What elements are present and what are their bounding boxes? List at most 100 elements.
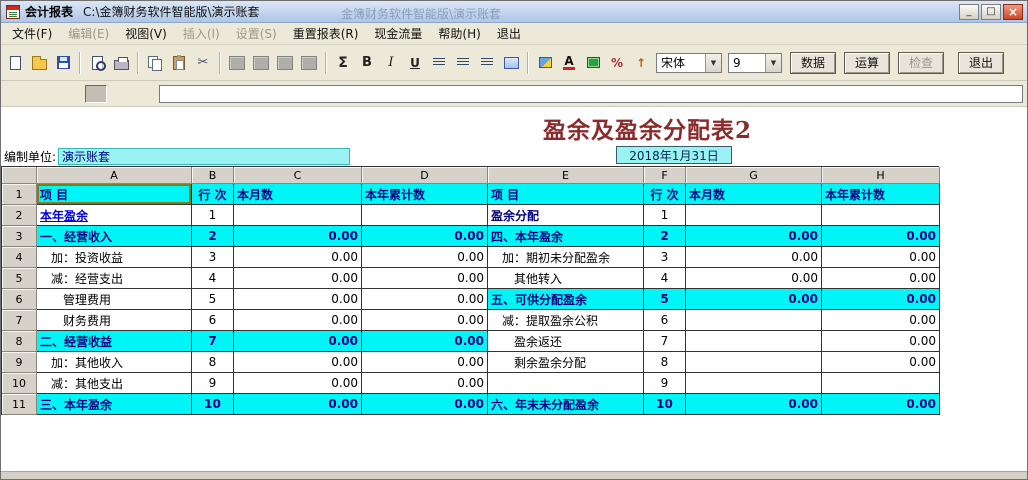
cell-E9[interactable]: 剩余盈余分配 (488, 352, 644, 373)
row-header-1[interactable]: 1 (2, 184, 37, 205)
cell-A5[interactable]: 减：经营支出 (37, 268, 192, 289)
cell-F3[interactable]: 2 (644, 226, 686, 247)
cell-G10[interactable] (686, 373, 822, 394)
font-color-button[interactable]: A (558, 52, 580, 74)
chevron-down-icon[interactable]: ▼ (765, 53, 781, 72)
unit-value-field[interactable]: 演示账套 (58, 148, 351, 165)
underline-button[interactable]: U (404, 52, 426, 74)
cell-E8[interactable]: 盈余返还 (488, 331, 644, 352)
cell-B5[interactable]: 4 (192, 268, 234, 289)
cell-C4[interactable]: 0.00 (234, 247, 362, 268)
cell-A3[interactable]: 一、经营收入 (37, 226, 192, 247)
cell-B10[interactable]: 9 (192, 373, 234, 394)
cell-F10[interactable]: 9 (644, 373, 686, 394)
row-header-9[interactable]: 9 (2, 352, 37, 373)
chevron-down-icon[interactable]: ▼ (705, 53, 721, 72)
cell-B4[interactable]: 3 (192, 247, 234, 268)
align-left-button[interactable] (428, 52, 450, 74)
cell-E7[interactable]: 减：提取盈余公积 (488, 310, 644, 331)
print-button[interactable] (110, 52, 132, 74)
cell-E5[interactable]: 其他转入 (488, 268, 644, 289)
cell-D7[interactable]: 0.00 (362, 310, 488, 331)
menu-item-file[interactable]: 文件(F) (4, 22, 60, 45)
cell-C5[interactable]: 0.00 (234, 268, 362, 289)
cell-F8[interactable]: 7 (644, 331, 686, 352)
align-right-button[interactable] (476, 52, 498, 74)
cell-D5[interactable]: 0.00 (362, 268, 488, 289)
cell-A4[interactable]: 加：投资收益 (37, 247, 192, 268)
cell-G9[interactable] (686, 352, 822, 373)
cell-E2[interactable]: 盈余分配 (488, 205, 644, 226)
column-header-E[interactable]: E (488, 167, 644, 184)
column-header-G[interactable]: G (686, 167, 822, 184)
cell-E1[interactable]: 项 目 (488, 184, 644, 205)
print-preview-button[interactable] (86, 52, 108, 74)
cell-G3[interactable]: 0.00 (686, 226, 822, 247)
open-file-button[interactable] (28, 52, 50, 74)
cell-H7[interactable]: 0.00 (822, 310, 940, 331)
cell-B9[interactable]: 8 (192, 352, 234, 373)
cell-C8[interactable]: 0.00 (234, 331, 362, 352)
bold-button[interactable]: B (356, 52, 378, 74)
cell-F4[interactable]: 3 (644, 247, 686, 268)
cell-B2[interactable]: 1 (192, 205, 234, 226)
merge-cells-button[interactable] (500, 52, 522, 74)
column-header-F[interactable]: F (644, 167, 686, 184)
cell-H4[interactable]: 0.00 (822, 247, 940, 268)
maximize-button[interactable]: □ (981, 4, 1001, 20)
cell-A1[interactable]: 项 目 (37, 184, 192, 205)
cell-C2[interactable] (234, 205, 362, 226)
cell-D3[interactable]: 0.00 (362, 226, 488, 247)
column-header-B[interactable]: B (192, 167, 234, 184)
sum-button[interactable]: Σ (332, 52, 354, 74)
formula-input[interactable] (159, 85, 1023, 103)
cell-G1[interactable]: 本月数 (686, 184, 822, 205)
cell-A2[interactable]: 本年盈余 (37, 205, 192, 226)
cell-G2[interactable] (686, 205, 822, 226)
font-size-select[interactable]: 9 ▼ (728, 52, 782, 73)
cell-F6[interactable]: 5 (644, 289, 686, 310)
cell-C11[interactable]: 0.00 (234, 394, 362, 415)
new-document-button[interactable] (4, 52, 26, 74)
cell-H11[interactable]: 0.00 (822, 394, 940, 415)
cell-D11[interactable]: 0.00 (362, 394, 488, 415)
menu-item-view[interactable]: 视图(V) (117, 22, 175, 45)
cell-A10[interactable]: 减：其他支出 (37, 373, 192, 394)
cell-G5[interactable]: 0.00 (686, 268, 822, 289)
cell-G8[interactable] (686, 331, 822, 352)
cell-G11[interactable]: 0.00 (686, 394, 822, 415)
menu-item-cash-flow[interactable]: 现金流量 (366, 22, 430, 45)
cell-F11[interactable]: 10 (644, 394, 686, 415)
cell-A11[interactable]: 三、本年盈余 (37, 394, 192, 415)
row-header-7[interactable]: 7 (2, 310, 37, 331)
cell-B1[interactable]: 行 次 (192, 184, 234, 205)
cell-D9[interactable]: 0.00 (362, 352, 488, 373)
cell-H1[interactable]: 本年累计数 (822, 184, 940, 205)
cell-C9[interactable]: 0.00 (234, 352, 362, 373)
cell-B3[interactable]: 2 (192, 226, 234, 247)
close-button[interactable]: × (1003, 4, 1023, 20)
cell-H8[interactable]: 0.00 (822, 331, 940, 352)
cell-C6[interactable]: 0.00 (234, 289, 362, 310)
row-header-6[interactable]: 6 (2, 289, 37, 310)
cell-A7[interactable]: 财务费用 (37, 310, 192, 331)
cell-C3[interactable]: 0.00 (234, 226, 362, 247)
cell-H10[interactable] (822, 373, 940, 394)
row-header-2[interactable]: 2 (2, 205, 37, 226)
cell-E11[interactable]: 六、年末未分配盈余 (488, 394, 644, 415)
report-date-field[interactable]: 2018年1月31日 (616, 146, 732, 164)
cell-D6[interactable]: 0.00 (362, 289, 488, 310)
cell-C1[interactable]: 本月数 (234, 184, 362, 205)
up-arrow-button[interactable]: ↑ (630, 52, 652, 74)
minimize-button[interactable]: _ (959, 4, 979, 20)
column-header-C[interactable]: C (234, 167, 362, 184)
column-header-H[interactable]: H (822, 167, 940, 184)
cut-button[interactable]: ✂ (192, 52, 214, 74)
calc-button[interactable]: 运算 (844, 51, 890, 74)
cell-D8[interactable]: 0.00 (362, 331, 488, 352)
menu-item-exit[interactable]: 退出 (489, 22, 529, 45)
percent-button[interactable]: % (606, 52, 628, 74)
cell-E6[interactable]: 五、可供分配盈余 (488, 289, 644, 310)
menu-item-reset-report[interactable]: 重置报表(R) (285, 22, 367, 45)
row-header-11[interactable]: 11 (2, 394, 37, 415)
